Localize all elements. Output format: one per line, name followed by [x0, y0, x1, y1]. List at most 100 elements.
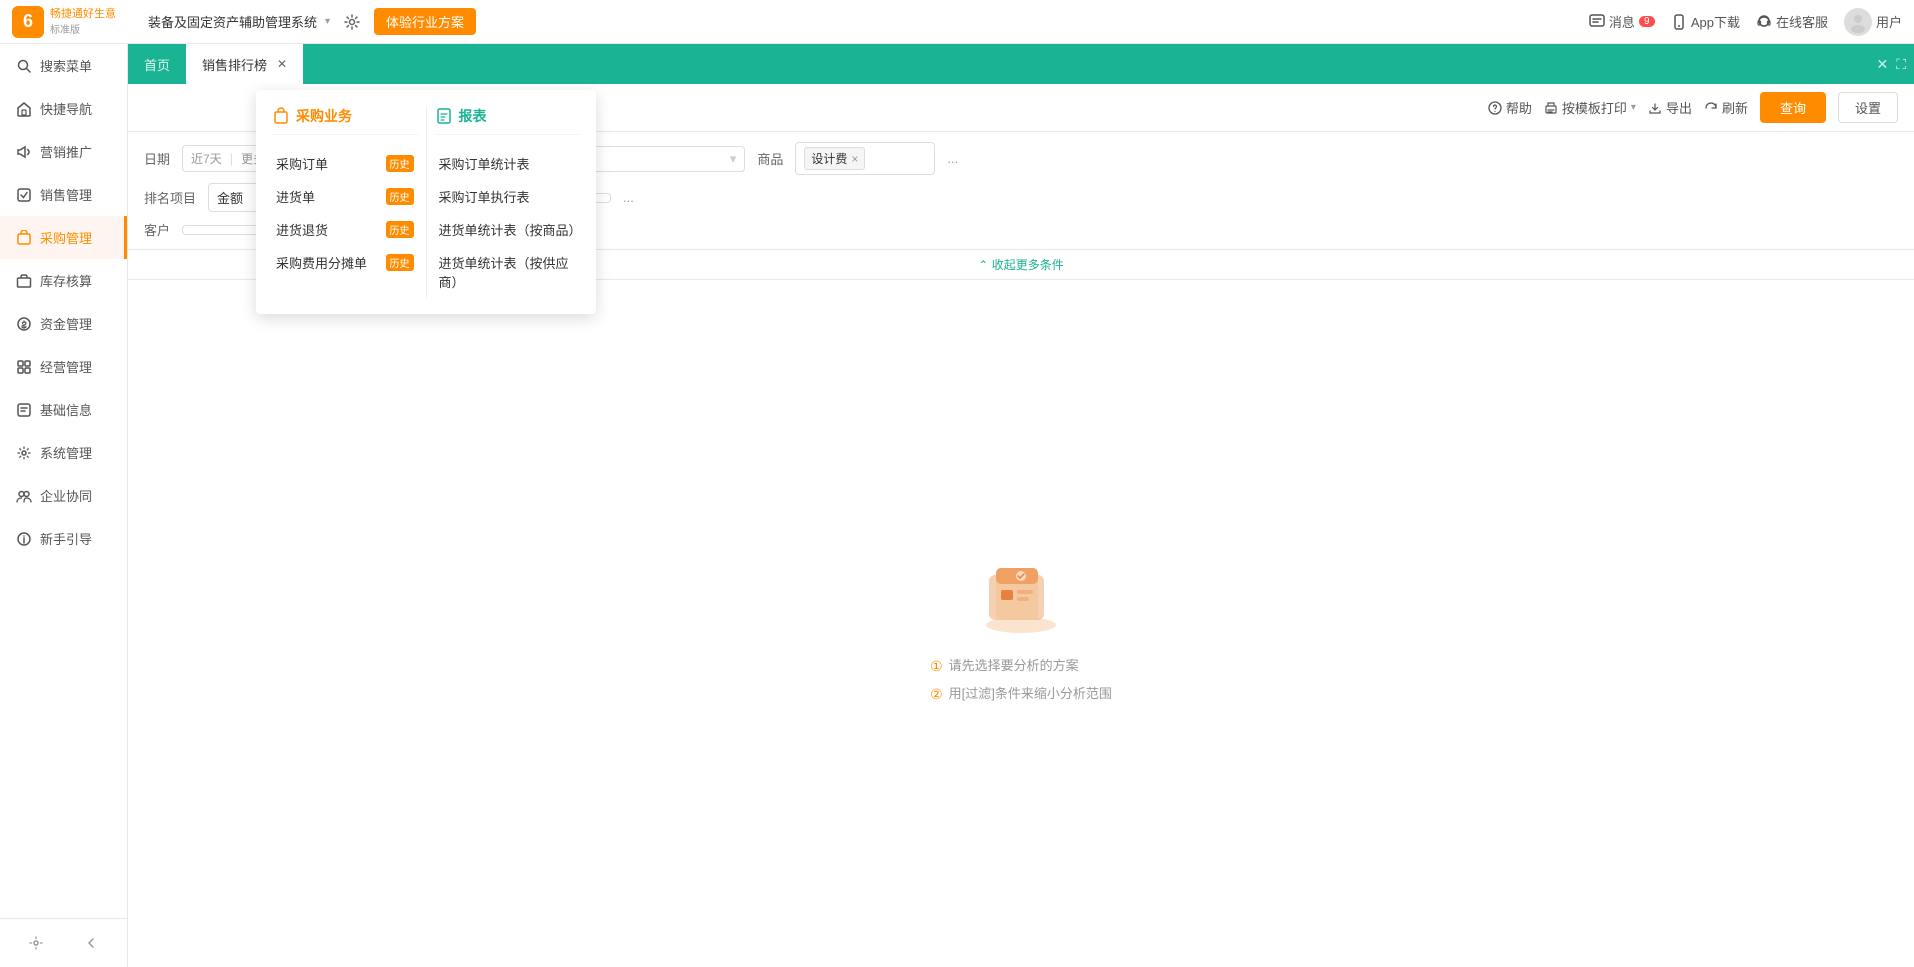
- sidebar-item-guide[interactable]: 新手引导: [0, 517, 127, 560]
- search-icon: [16, 58, 32, 74]
- receipt-stats-supplier-label: 进货单统计表（按供应商）: [439, 253, 577, 291]
- purchase-col-title-text: 采购业务: [296, 106, 352, 126]
- online-service-button[interactable]: 在线客服: [1756, 12, 1828, 31]
- tab-sales-rank[interactable]: 销售排行榜 ✕: [186, 44, 303, 84]
- notifications-label: 消息: [1609, 12, 1635, 31]
- empty-illustration: [961, 540, 1081, 640]
- sidebar-item-quick-nav[interactable]: 快捷导航: [0, 87, 127, 130]
- date-option-7days[interactable]: 近7天: [191, 150, 222, 167]
- sidebar-label-operations: 经营管理: [40, 357, 92, 376]
- system-title: 装备及固定资产辅助管理系统: [148, 12, 317, 31]
- purchase-col: 采购业务 采购订单 历史 进货单 历史 进货退货 历史: [272, 106, 418, 298]
- print-button[interactable]: 按模板打印 ▾: [1544, 98, 1636, 117]
- sidebar-collapse-button[interactable]: [68, 931, 116, 955]
- finance-icon: [16, 316, 32, 332]
- nav-dropdown-arrow[interactable]: ▾: [325, 16, 330, 27]
- sidebar-item-cooperation[interactable]: 企业协同: [0, 474, 127, 517]
- cooperation-icon: [16, 488, 32, 504]
- sidebar-label-search: 搜索菜单: [40, 56, 92, 75]
- sidebar-item-operations[interactable]: 经营管理: [0, 345, 127, 388]
- sidebar-label-inventory: 库存核算: [40, 271, 92, 290]
- collapse-label: 收起更多条件: [992, 258, 1064, 272]
- app-download-button[interactable]: App下载: [1671, 12, 1740, 31]
- report-col: 报表 采购订单统计表 采购订单执行表 进货单统计表（按商品） 进货单统计表（按供…: [435, 106, 581, 298]
- purchase-order-stats-label: 采购订单统计表: [439, 154, 530, 173]
- sidebar-item-finance[interactable]: 资金管理: [0, 302, 127, 345]
- tab-home[interactable]: 首页: [128, 44, 186, 84]
- refresh-button[interactable]: 刷新: [1704, 98, 1748, 117]
- tab-close-button[interactable]: ✕: [277, 57, 287, 71]
- receipt-stats-goods-label: 进货单统计表（按商品）: [439, 220, 577, 239]
- help-button[interactable]: 帮助: [1488, 98, 1532, 117]
- salesperson-dots[interactable]: ...: [623, 190, 634, 205]
- purchase-return-history-badge: 历史: [386, 221, 414, 238]
- goods-tag-close[interactable]: ×: [851, 152, 858, 166]
- avatar: [1844, 8, 1872, 36]
- receipt-stats-supplier-item[interactable]: 进货单统计表（按供应商）: [435, 246, 581, 298]
- goods-dots[interactable]: ...: [947, 151, 958, 166]
- content-area: 首页 销售排行榜 ✕ ✕ ⛶: [128, 44, 1914, 967]
- help-icon: [1488, 101, 1502, 115]
- query-button[interactable]: 查询: [1760, 92, 1826, 123]
- gear-icon: [344, 14, 360, 30]
- rank-value: 金额: [217, 188, 243, 207]
- top-nav: 装备及固定资产辅助管理系统 ▾ 体验行业方案: [140, 8, 1589, 36]
- user-menu[interactable]: 用户: [1844, 8, 1902, 36]
- purchase-return-item[interactable]: 进货退货 历史: [272, 213, 418, 246]
- sidebar-item-marketing[interactable]: 营销推广: [0, 130, 127, 173]
- bill-status-arrow: ▾: [730, 151, 737, 167]
- purchase-order-exec-item[interactable]: 采购订单执行表: [435, 180, 581, 213]
- rank-label: 排名项目: [144, 188, 196, 207]
- tab-expand-button[interactable]: ⛶: [1896, 56, 1906, 73]
- home-icon: [16, 101, 32, 117]
- tab-home-label: 首页: [144, 55, 170, 74]
- industry-button[interactable]: 体验行业方案: [374, 8, 476, 35]
- purchase-expense-label: 采购费用分摊单: [276, 253, 367, 272]
- purchase-order-item[interactable]: 采购订单 历史: [272, 147, 418, 180]
- message-icon: [1589, 14, 1605, 30]
- goods-tag-label: 设计费: [811, 150, 847, 167]
- collapse-icon: [83, 935, 99, 951]
- guide-icon: [16, 531, 32, 547]
- sidebar-settings-button[interactable]: [12, 931, 60, 955]
- logo-area: 6 畅捷通好生意 标准版: [12, 6, 140, 38]
- purchase-col-title: 采购业务: [272, 106, 418, 135]
- report-col-title: 报表: [435, 106, 581, 135]
- sidebar-label-purchase: 采购管理: [40, 228, 92, 247]
- sidebar-label-system: 系统管理: [40, 443, 92, 462]
- header-actions: 帮助 按模板打印 ▾: [1488, 92, 1898, 123]
- sidebar-item-sales[interactable]: 销售管理: [0, 173, 127, 216]
- purchase-expense-item[interactable]: 采购费用分摊单 历史: [272, 246, 418, 279]
- goods-filter-input[interactable]: 设计费 ×: [795, 142, 935, 175]
- app-container: 6 畅捷通好生意 标准版 装备及固定资产辅助管理系统 ▾ 体验行业方案: [0, 0, 1914, 967]
- dropdown-divider: [426, 106, 427, 298]
- tab-sales-rank-label: 销售排行榜: [202, 55, 267, 74]
- logo-name: 畅捷通好生意: [50, 7, 116, 21]
- sidebar-item-basic-info[interactable]: 基础信息: [0, 388, 127, 431]
- receipt-stats-goods-item[interactable]: 进货单统计表（按商品）: [435, 213, 581, 246]
- sidebar-label-sales: 销售管理: [40, 185, 92, 204]
- logo-text-area: 畅捷通好生意 标准版: [50, 7, 116, 36]
- tab-close-all-button[interactable]: ✕: [1876, 56, 1888, 73]
- tab-bar: 首页 销售排行榜 ✕ ✕ ⛶: [128, 44, 1914, 84]
- notifications-button[interactable]: 消息 9: [1589, 12, 1655, 31]
- purchase-order-stats-item[interactable]: 采购订单统计表: [435, 147, 581, 180]
- sidebar-item-purchase[interactable]: 采购管理: [0, 216, 127, 259]
- sidebar-item-search[interactable]: 搜索菜单: [0, 44, 127, 87]
- report-col-icon: [435, 107, 453, 125]
- settings-button[interactable]: 设置: [1838, 92, 1898, 123]
- sidebar-item-system[interactable]: 系统管理: [0, 431, 127, 474]
- speaker-icon: [16, 144, 32, 160]
- logo-badge: 标准版: [50, 21, 116, 36]
- export-button[interactable]: 导出: [1648, 98, 1692, 117]
- sidebar-item-inventory[interactable]: 库存核算: [0, 259, 127, 302]
- main-area: 搜索菜单 快捷导航 营销推广: [0, 44, 1914, 967]
- report-col-title-text: 报表: [459, 106, 487, 126]
- sidebar: 搜索菜单 快捷导航 营销推广: [0, 44, 128, 967]
- print-dropdown-arrow[interactable]: ▾: [1631, 102, 1636, 113]
- inventory-icon: [16, 273, 32, 289]
- purchase-receipt-item[interactable]: 进货单 历史: [272, 180, 418, 213]
- app-download-label: App下载: [1691, 12, 1740, 31]
- topbar-settings-button[interactable]: [338, 8, 366, 36]
- purchase-return-label: 进货退货: [276, 220, 328, 239]
